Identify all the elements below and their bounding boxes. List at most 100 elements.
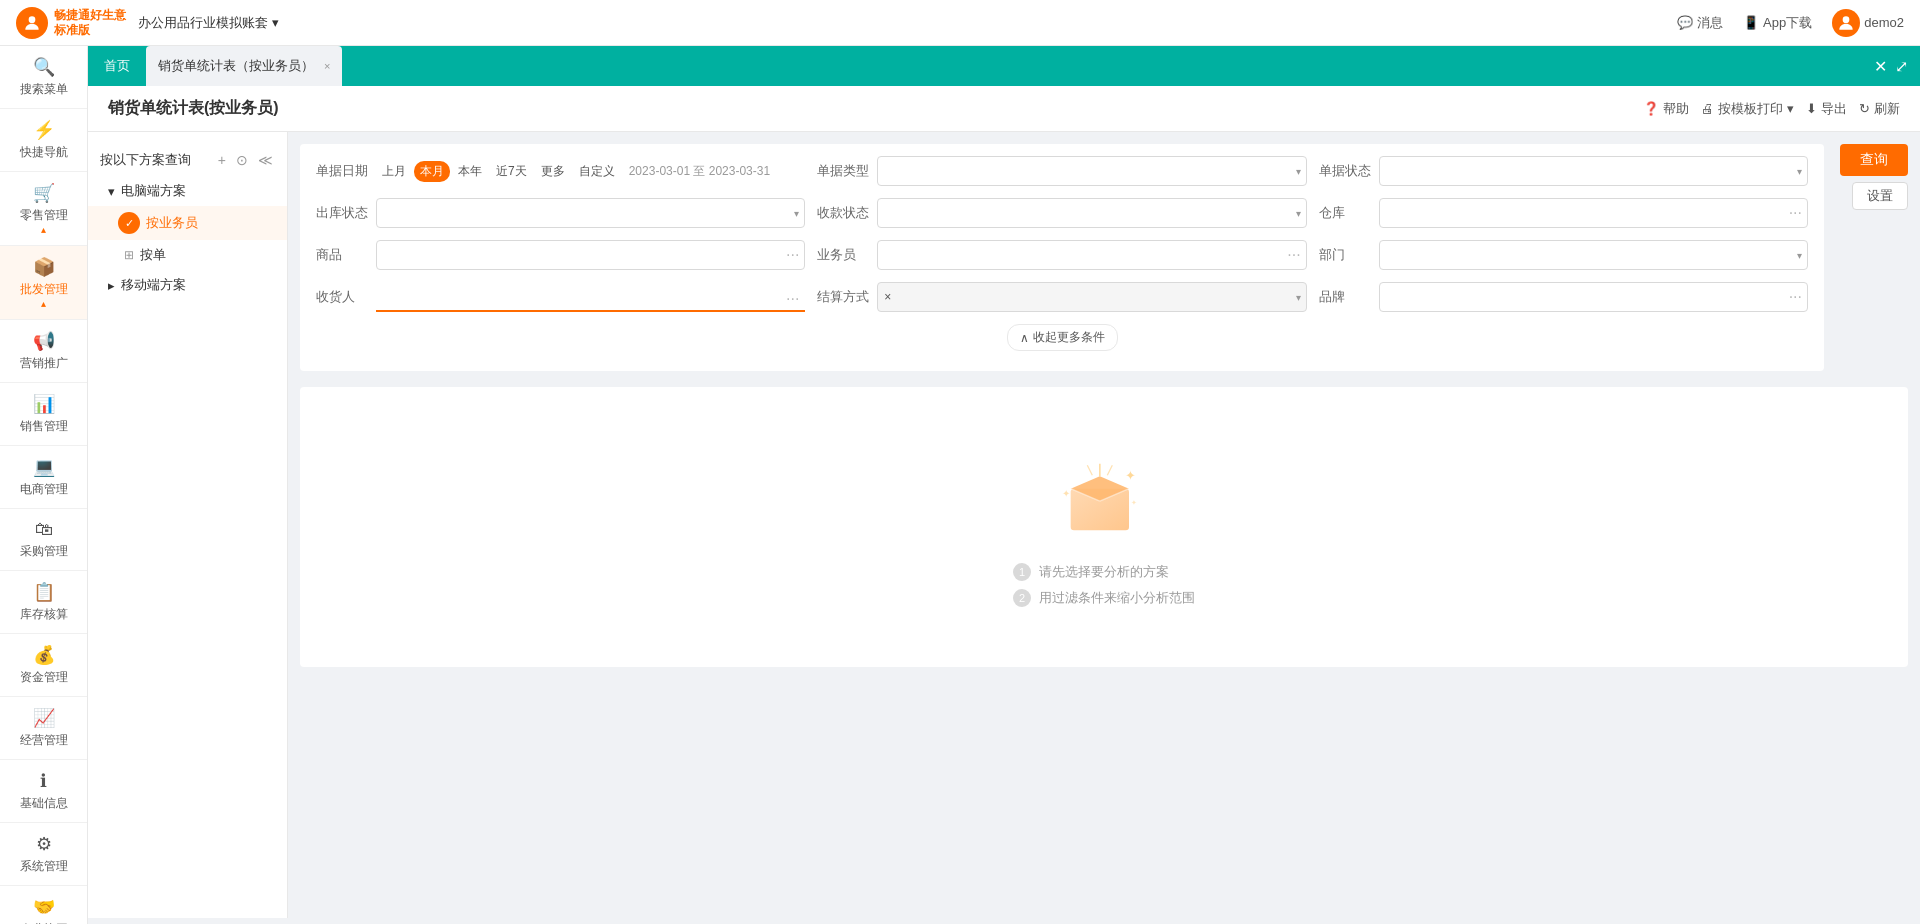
warehouse-label: 仓库 xyxy=(1319,204,1371,222)
tab-active[interactable]: 销货单统计表（按业务员） × xyxy=(146,46,342,86)
tree-child-order[interactable]: ⊞ 按单 xyxy=(88,240,287,270)
message-icon: 💬 xyxy=(1677,15,1693,30)
message-button[interactable]: 💬 消息 xyxy=(1677,14,1723,32)
settings-button[interactable]: 设置 xyxy=(1852,182,1908,210)
export-button[interactable]: ⬇ 导出 xyxy=(1806,100,1847,118)
tree-child-salesperson[interactable]: ✓ 按业务员 xyxy=(88,206,287,240)
left-panel-icons: + ⊙ ≪ xyxy=(216,150,275,170)
right-panel: 单据日期 上月 本月 本年 近7天 更多 xyxy=(288,132,1920,918)
receiver-input[interactable] xyxy=(376,282,805,312)
order-status-control: ▾ xyxy=(1379,156,1808,186)
date-filter-control: 上月 本月 本年 近7天 更多 自定义 2023-03-01 至 20 xyxy=(376,161,805,182)
chevron-right-icon: ▸ xyxy=(108,278,115,293)
goods-label: 商品 xyxy=(316,246,368,264)
sidebar-item-basic-info[interactable]: ℹ 基础信息 xyxy=(0,760,87,823)
sidebar: 🔍 搜索菜单 ⚡ 快捷导航 🛒 零售管理 ▴ 📦 批发管理 ▴ 📢 营销推广 📊… xyxy=(0,46,88,924)
salesperson-dots-icon[interactable]: ··· xyxy=(1287,246,1300,264)
date-tab-this-year[interactable]: 本年 xyxy=(452,161,488,182)
left-panel: 按以下方案查询 + ⊙ ≪ ▾ 电脑端方案 ✓ 按业务员 xyxy=(88,132,288,918)
app-download-button[interactable]: 📱 App下载 xyxy=(1743,14,1812,32)
sidebar-item-marketing[interactable]: 📢 营销推广 xyxy=(0,320,87,383)
brand-input[interactable] xyxy=(1379,282,1808,312)
warehouse-input[interactable] xyxy=(1379,198,1808,228)
tree-item-desktop[interactable]: ▾ 电脑端方案 xyxy=(88,176,287,206)
gear-icon: ⚙ xyxy=(36,833,52,855)
page-header: 销货单统计表(按业务员) ❓ 帮助 🖨 按模板打印 ▾ ⬇ 导出 xyxy=(88,86,1920,132)
sidebar-item-sales[interactable]: 📊 销售管理 xyxy=(0,383,87,446)
refresh-button[interactable]: ↻ 刷新 xyxy=(1859,100,1900,118)
tab-home[interactable]: 首页 xyxy=(88,46,146,86)
tree-item-mobile[interactable]: ▸ 移动端方案 xyxy=(88,270,287,300)
help-button[interactable]: ❓ 帮助 xyxy=(1643,100,1689,118)
print-button[interactable]: 🖨 按模板打印 ▾ xyxy=(1701,100,1794,118)
ecommerce-icon: 💻 xyxy=(33,456,55,478)
department-filter-item: 部门 ▾ xyxy=(1319,240,1808,270)
receipt-status-control: ▾ xyxy=(877,198,1306,228)
date-tab-7days[interactable]: 近7天 xyxy=(490,161,533,182)
empty-steps: 1 请先选择要分析的方案 2 用过滤条件来缩小分析范围 xyxy=(1013,563,1195,607)
app-selector[interactable]: 办公用品行业模拟账套 ▾ xyxy=(138,14,279,32)
sidebar-item-shortcuts[interactable]: ⚡ 快捷导航 xyxy=(0,109,87,172)
tab-close-all-button[interactable]: ✕ xyxy=(1874,57,1887,76)
salesperson-label: 业务员 xyxy=(817,246,869,264)
filter-row-2: 出库状态 ▾ 收款状态 xyxy=(316,198,1808,228)
department-input[interactable] xyxy=(1379,240,1808,270)
sidebar-item-retail[interactable]: 🛒 零售管理 ▴ xyxy=(0,172,87,246)
sidebar-item-inventory[interactable]: 📋 库存核算 xyxy=(0,571,87,634)
payment-tag-close-button[interactable]: × xyxy=(884,290,891,304)
goods-input[interactable] xyxy=(376,240,805,270)
out-status-filter-item: 出库状态 ▾ xyxy=(316,198,805,228)
goods-dots-icon[interactable]: ··· xyxy=(786,246,799,264)
tab-expand-button[interactable]: ⤢ xyxy=(1895,57,1908,76)
warehouse-dots-icon[interactable]: ··· xyxy=(1789,204,1802,222)
out-status-input[interactable] xyxy=(376,198,805,228)
finance-icon: 💰 xyxy=(33,644,55,666)
receiver-dots-icon[interactable]: ··· xyxy=(786,290,799,308)
date-tab-this-month[interactable]: 本月 xyxy=(414,161,450,182)
sidebar-item-operations[interactable]: 📈 经营管理 xyxy=(0,697,87,760)
collapse-more-button[interactable]: ∧ 收起更多条件 xyxy=(1007,324,1118,351)
user-menu[interactable]: demo2 xyxy=(1832,9,1904,37)
tab-bar-actions: ✕ ⤢ xyxy=(1874,57,1920,76)
collapse-panel-button[interactable]: ≪ xyxy=(256,150,275,170)
sidebar-item-system[interactable]: ⚙ 系统管理 xyxy=(0,823,87,886)
payment-filter-item: 结算方式 × ▾ xyxy=(817,282,1306,312)
receipt-status-input[interactable] xyxy=(877,198,1306,228)
date-tab-custom[interactable]: 自定义 xyxy=(573,161,621,182)
sidebar-item-wholesale[interactable]: 📦 批发管理 ▴ xyxy=(0,246,87,320)
sidebar-item-ecommerce[interactable]: 💻 电商管理 xyxy=(0,446,87,509)
svg-line-10 xyxy=(1087,465,1092,475)
salesperson-input[interactable] xyxy=(877,240,1306,270)
copy-scheme-button[interactable]: ⊙ xyxy=(234,150,250,170)
download-icon: 📱 xyxy=(1743,15,1759,30)
sidebar-item-purchase[interactable]: 🛍 采购管理 xyxy=(0,509,87,571)
empty-step-2: 2 用过滤条件来缩小分析范围 xyxy=(1013,589,1195,607)
export-icon: ⬇ xyxy=(1806,101,1817,116)
query-button[interactable]: 查询 xyxy=(1840,144,1908,176)
order-type-input[interactable] xyxy=(877,156,1306,186)
order-type-control: ▾ xyxy=(877,156,1306,186)
order-status-input[interactable] xyxy=(1379,156,1808,186)
goods-control: ··· xyxy=(376,240,805,270)
avatar xyxy=(1832,9,1860,37)
marketing-icon: 📢 xyxy=(33,330,55,352)
date-tab-last-month[interactable]: 上月 xyxy=(376,161,412,182)
date-tabs: 上月 本月 本年 近7天 更多 自定义 xyxy=(376,161,621,182)
brand-dots-icon[interactable]: ··· xyxy=(1789,288,1802,306)
sidebar-item-enterprise-collab[interactable]: 🤝 企业协同 xyxy=(0,886,87,924)
order-type-filter-item: 单据类型 ▾ xyxy=(817,156,1306,186)
sidebar-item-search[interactable]: 🔍 搜索菜单 xyxy=(0,46,87,109)
date-tab-more[interactable]: 更多 xyxy=(535,161,571,182)
order-type-label: 单据类型 xyxy=(817,162,869,180)
collapse-icon: ∧ xyxy=(1020,331,1029,345)
sidebar-item-finance[interactable]: 💰 资金管理 xyxy=(0,634,87,697)
filter-and-actions: 单据日期 上月 本月 本年 近7天 更多 xyxy=(300,144,1908,379)
wholesale-icon: 📦 xyxy=(33,256,55,278)
add-scheme-button[interactable]: + xyxy=(216,150,228,170)
date-filter-label: 单据日期 xyxy=(316,162,368,180)
top-bar: 畅捷通好生意 标准版 办公用品行业模拟账套 ▾ 💬 消息 📱 App下载 dem… xyxy=(0,0,1920,46)
page-actions: ❓ 帮助 🖨 按模板打印 ▾ ⬇ 导出 ↻ 刷新 xyxy=(1643,100,1900,118)
svg-point-0 xyxy=(29,16,36,23)
tab-close-button[interactable]: × xyxy=(324,60,330,72)
svg-text:✦: ✦ xyxy=(1125,468,1136,483)
